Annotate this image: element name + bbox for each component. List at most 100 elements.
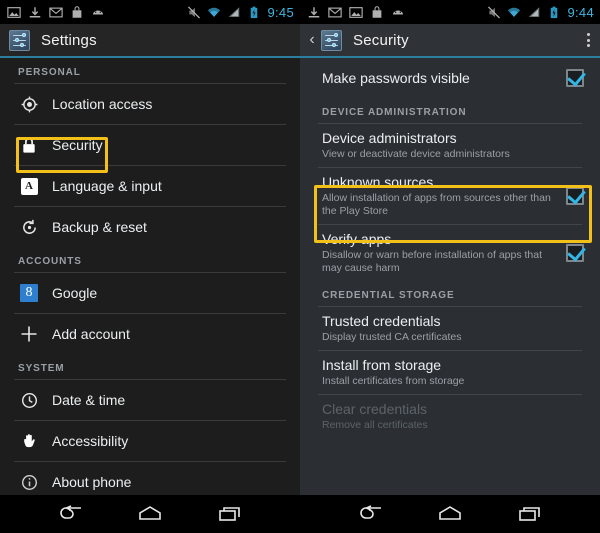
sidebar-item-backup-reset[interactable]: Backup & reset [0, 207, 300, 247]
sidebar-item-label: Accessibility [52, 432, 129, 449]
security-action-bar: ‹ Security [300, 24, 600, 58]
section-header-accounts: ACCOUNTS [18, 256, 82, 267]
overflow-menu-icon[interactable] [587, 33, 590, 47]
status-clock: 9:45 [267, 4, 294, 20]
page-title: Security [353, 31, 409, 49]
lock-icon [18, 137, 40, 154]
security-list: Make passwords visible DEVICE ADMINISTRA… [300, 58, 600, 533]
sidebar-item-add-account[interactable]: Add account [0, 314, 300, 354]
list-item-title: Clear credentials [322, 401, 428, 417]
wifi-icon [208, 7, 221, 17]
plus-icon [18, 325, 40, 343]
list-item-title: Install from storage [322, 357, 442, 373]
list-item-title: Make passwords visible [322, 69, 470, 86]
bag-icon [372, 5, 382, 18]
list-item-title: Verify apps [322, 231, 392, 247]
image-icon [7, 6, 21, 18]
recents-icon[interactable] [513, 503, 547, 525]
navigation-bar [0, 495, 600, 533]
back-icon[interactable] [53, 503, 87, 525]
settings-app-icon [9, 29, 30, 51]
recents-icon[interactable] [213, 503, 247, 525]
checkbox-unknown-sources[interactable] [566, 187, 584, 205]
navigation-bar-left [0, 495, 300, 533]
download-icon [29, 6, 41, 17]
back-icon[interactable] [353, 503, 387, 525]
language-a-icon: A [18, 177, 40, 195]
section-header-system: SYSTEM [18, 363, 65, 374]
checkbox-verify-apps[interactable] [566, 244, 584, 262]
sidebar-item-security[interactable]: Security [0, 125, 300, 165]
settings-app-icon [321, 29, 342, 51]
list-item-subtitle: Display trusted CA certificates [322, 331, 462, 343]
google-icon: 8 [18, 284, 40, 302]
left-panel-settings: 9:45 Settings PERSONAL Location access S [0, 0, 300, 533]
image-icon [349, 6, 363, 18]
sidebar-item-location-access[interactable]: Location access [0, 84, 300, 124]
mute-icon [488, 5, 501, 19]
sidebar-item-label: Date & time [52, 391, 126, 408]
status-bar-right: 9:44 [300, 0, 600, 24]
list-item-title: Device administrators [322, 130, 457, 146]
navigation-bar-right [300, 495, 600, 533]
sidebar-item-label: Security [52, 136, 103, 153]
home-icon[interactable] [133, 503, 167, 525]
wifi-icon [508, 7, 521, 17]
sidebar-item-label: About phone [52, 473, 132, 490]
list-item-subtitle: Disallow or warn before installation of … [322, 249, 543, 274]
sidebar-item-google[interactable]: 8 Google [0, 273, 300, 313]
status-system-icons: 9:45 [187, 5, 294, 20]
list-item-clear-credentials: Clear credentials Remove all certificate… [300, 395, 600, 438]
section-header-device-administration: DEVICE ADMINISTRATION [322, 107, 467, 118]
status-bar-left: 9:45 [0, 0, 300, 24]
list-item-subtitle: Install certificates from storage [322, 375, 465, 387]
list-item-subtitle: Remove all certificates [322, 419, 428, 431]
sidebar-item-language-input[interactable]: A Language & input [0, 166, 300, 206]
list-item-verify-apps[interactable]: Verify apps Disallow or warn before inst… [300, 225, 600, 281]
sidebar-item-accessibility[interactable]: Accessibility [0, 421, 300, 461]
sidebar-item-date-time[interactable]: Date & time [0, 380, 300, 420]
download-icon [308, 6, 320, 17]
list-item-install-from-storage[interactable]: Install from storage Install certificate… [300, 351, 600, 394]
list-item-trusted-credentials[interactable]: Trusted credentials Display trusted CA c… [300, 307, 600, 350]
signal-icon [529, 6, 540, 17]
gmail-icon [49, 7, 63, 17]
bag-icon [72, 5, 82, 18]
backup-reset-icon [18, 219, 40, 236]
sidebar-item-label: Backup & reset [52, 218, 147, 235]
android-icon [92, 10, 104, 14]
list-item-title: Trusted credentials [322, 313, 441, 329]
clock-icon [18, 392, 40, 409]
settings-list: PERSONAL Location access Security A Lang… [0, 58, 300, 533]
section-header-personal: PERSONAL [18, 67, 81, 78]
info-icon [18, 474, 40, 491]
list-item-device-administrators[interactable]: Device administrators View or deactivate… [300, 124, 600, 167]
mute-icon [188, 5, 201, 19]
status-notification-icons [7, 5, 105, 19]
settings-action-bar: Settings [0, 24, 300, 58]
android-icon [392, 10, 404, 14]
right-panel-security: 9:44 ‹ Security Make passwords visible D… [300, 0, 600, 533]
list-item-subtitle: Allow installation of apps from sources … [322, 192, 551, 217]
list-item-title: Unknown sources [322, 174, 434, 190]
status-notification-icons [307, 5, 405, 19]
battery-icon [251, 6, 258, 18]
page-title: Settings [41, 31, 97, 49]
list-item-unknown-sources[interactable]: Unknown sources Allow installation of ap… [300, 168, 600, 224]
battery-icon [551, 6, 558, 18]
location-icon [18, 96, 40, 113]
dual-screenshot: 9:45 Settings PERSONAL Location access S [0, 0, 600, 533]
sidebar-item-label: Google [52, 284, 98, 301]
list-item-subtitle: View or deactivate device administrators [322, 148, 510, 160]
sidebar-item-label: Language & input [52, 177, 162, 194]
status-system-icons: 9:44 [487, 5, 594, 20]
home-icon[interactable] [433, 503, 467, 525]
list-item-make-passwords-visible[interactable]: Make passwords visible [300, 58, 600, 98]
status-clock: 9:44 [567, 4, 594, 20]
hand-icon [18, 433, 40, 450]
checkbox-make-passwords-visible[interactable] [566, 69, 584, 87]
back-chevron-icon[interactable]: ‹ [304, 32, 320, 48]
sidebar-item-label: Add account [52, 325, 130, 342]
sidebar-item-label: Location access [52, 95, 153, 112]
gmail-icon [328, 7, 342, 17]
